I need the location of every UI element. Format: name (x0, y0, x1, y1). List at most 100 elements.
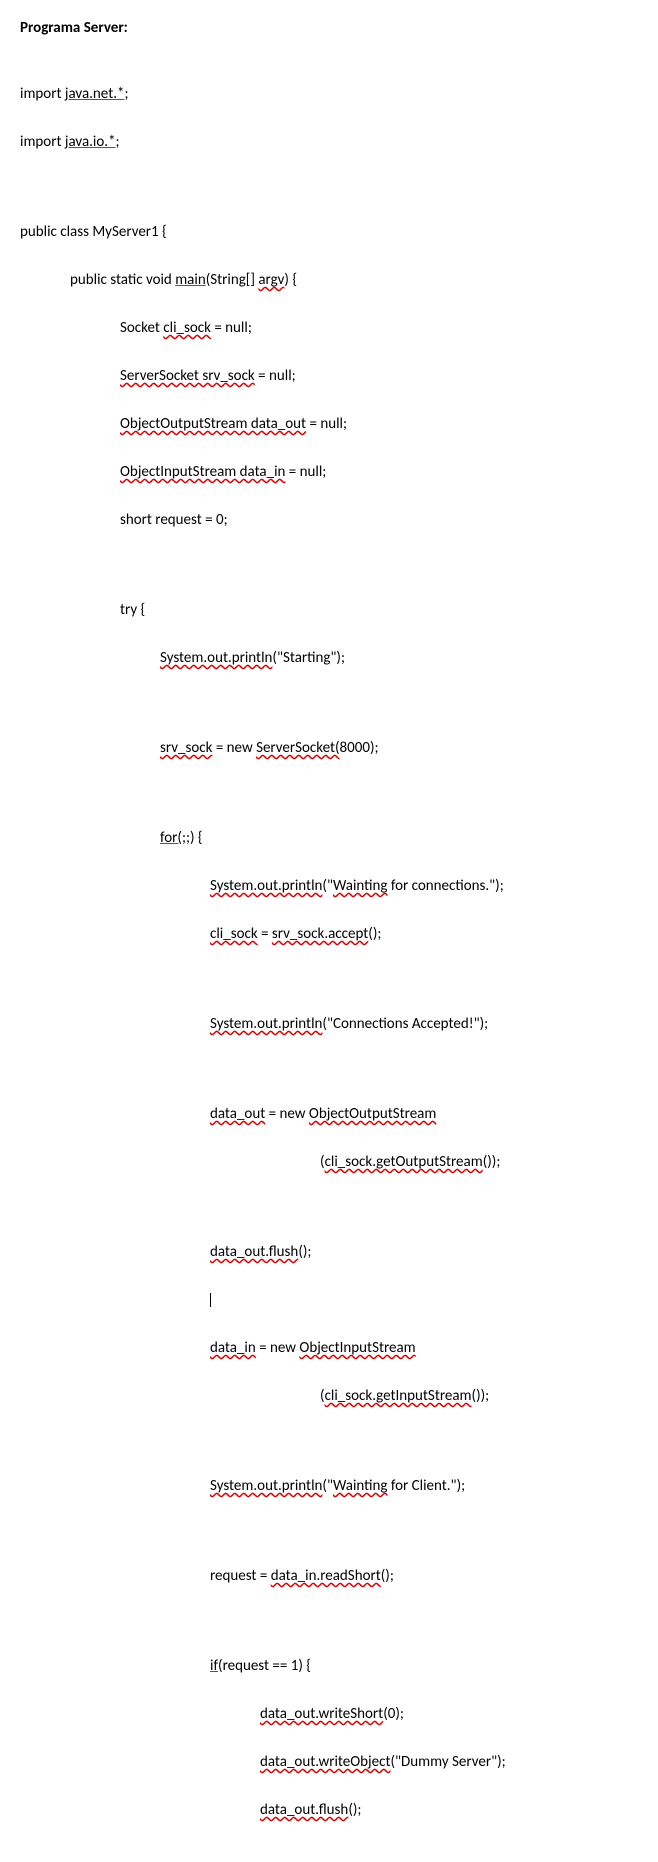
code-line: (cli_sock.getOutputStream()); (20, 1150, 638, 1174)
blank-line (20, 178, 638, 196)
code-line: System.out.println("Wainting for Client.… (20, 1474, 638, 1498)
spellcheck-text: ObjectInputStream (299, 1339, 415, 1357)
text: (0); (383, 1705, 404, 1723)
text: (String[] (206, 271, 259, 289)
blank-line (20, 970, 638, 988)
text: ()); (472, 1387, 490, 1405)
text: (" (322, 1477, 333, 1495)
text: public static void (70, 271, 175, 289)
text: ; (116, 133, 120, 151)
spellcheck-text: System.out.println (210, 1477, 322, 1495)
code-line: ObjectOutputStream data_out = null; (20, 412, 638, 436)
code-line: System.out.println("Connections Accepted… (20, 1012, 638, 1036)
text: = null; (255, 367, 296, 385)
spellcheck-text: cli_sock.getInputStream (325, 1387, 472, 1405)
text: (" (322, 877, 333, 895)
blank-line (20, 784, 638, 802)
text: ) { (284, 271, 297, 289)
code-line: try { (20, 598, 638, 622)
text: short request = 0; (120, 511, 228, 529)
code-line: ObjectInputStream data_in = null; (20, 460, 638, 484)
spellcheck-text: ObjectOutputStream (309, 1105, 436, 1123)
spellcheck-text: data_out.writeShort (260, 1705, 383, 1723)
text: = null; (211, 319, 252, 337)
code-line: Socket cli_sock = null; (20, 316, 638, 340)
blank-line (20, 556, 638, 574)
text: = null; (285, 463, 326, 481)
code-line: public static void main(String[] argv) { (20, 268, 638, 292)
spellcheck-text: data_in (210, 1339, 256, 1357)
blank-line (20, 1198, 638, 1216)
spellcheck-text: cli_sock (210, 925, 258, 943)
code-line: public class MyServer1 { (20, 220, 638, 244)
code-line: cli_sock = srv_sock.accept(); (20, 922, 638, 946)
spellcheck-text: System.out.println (210, 1015, 322, 1033)
spellcheck-text: System.out.println (210, 877, 322, 895)
text: ; (124, 85, 128, 103)
spellcheck-text: srv_sock (160, 739, 212, 757)
code-line: (cli_sock.getInputStream()); (20, 1384, 638, 1408)
code-line: ServerSocket srv_sock = null; (20, 364, 638, 388)
code-line: if(request == 1) { (20, 1654, 638, 1678)
code-line: import java.io.*; (20, 130, 638, 154)
text: 8000); (340, 739, 379, 757)
text: try { (120, 601, 145, 619)
text: ()); (483, 1153, 501, 1171)
text: (); (381, 1567, 394, 1585)
code-line: data_out.writeObject("Dummy Server"); (20, 1750, 638, 1774)
blank-line (20, 694, 638, 712)
blank-line (20, 1432, 638, 1450)
text: ("Starting"); (272, 649, 345, 667)
text: request = (210, 1567, 271, 1585)
code-line: data_out.writeShort(0); (20, 1702, 638, 1726)
code-line: import java.net.*; (20, 82, 638, 106)
text: = new (212, 739, 256, 757)
code-line: for(;;) { (20, 826, 638, 850)
spellcheck-text: System.out.println (160, 649, 272, 667)
text: ("Connections Accepted!"); (322, 1015, 488, 1033)
spellcheck-text: ServerSocket srv_sock (120, 367, 255, 385)
code-line: data_out.flush(); (20, 1798, 638, 1822)
text: Socket (120, 319, 163, 337)
underlined-text: for( (160, 829, 182, 847)
document-title: Programa Server: (20, 16, 638, 40)
text: (); (348, 1801, 361, 1819)
text: (); (298, 1243, 311, 1261)
blank-line (20, 1060, 638, 1078)
code-line (20, 1288, 638, 1312)
spellcheck-text: data_out.writeObject (260, 1753, 390, 1771)
spellcheck-text: data_out.flush (260, 1801, 348, 1819)
spellcheck-text: Wainting (333, 1477, 388, 1495)
text: = new (256, 1339, 300, 1357)
underlined-text: main (175, 271, 206, 289)
spellcheck-text: srv_sock.accept (272, 925, 368, 943)
underlined-text: java.net.* (65, 85, 125, 103)
code-line: short request = 0; (20, 508, 638, 532)
text: ;;) { (182, 829, 203, 847)
spellcheck-text: argv (258, 271, 284, 289)
text: = new (265, 1105, 309, 1123)
underlined-text: java.io.* (65, 133, 116, 151)
text: for connections."); (387, 877, 503, 895)
text: (request == 1) { (218, 1657, 311, 1675)
code-line: data_in = new ObjectInputStream (20, 1336, 638, 1360)
text: import (20, 133, 65, 151)
code-block: import java.net.*; import java.io.*; pub… (20, 58, 638, 1846)
text-cursor (210, 1293, 211, 1307)
text: (); (368, 925, 381, 943)
code-line: request = data_in.readShort(); (20, 1564, 638, 1588)
spellcheck-text: data_in.readShort (271, 1567, 381, 1585)
spellcheck-text: cli_sock (163, 319, 211, 337)
spellcheck-text: data_out (210, 1105, 265, 1123)
spellcheck-text: ObjectInputStream data_in (120, 463, 285, 481)
code-line: System.out.println("Starting"); (20, 646, 638, 670)
spellcheck-text: cli_sock.getOutputStream (325, 1153, 483, 1171)
underlined-text: if (210, 1657, 218, 1675)
code-line: data_out.flush(); (20, 1240, 638, 1264)
blank-line (20, 1522, 638, 1540)
blank-line (20, 1612, 638, 1630)
text: import (20, 85, 65, 103)
spellcheck-text: ServerSocket( (256, 739, 339, 757)
text: = null; (306, 415, 347, 433)
code-line: data_out = new ObjectOutputStream (20, 1102, 638, 1126)
